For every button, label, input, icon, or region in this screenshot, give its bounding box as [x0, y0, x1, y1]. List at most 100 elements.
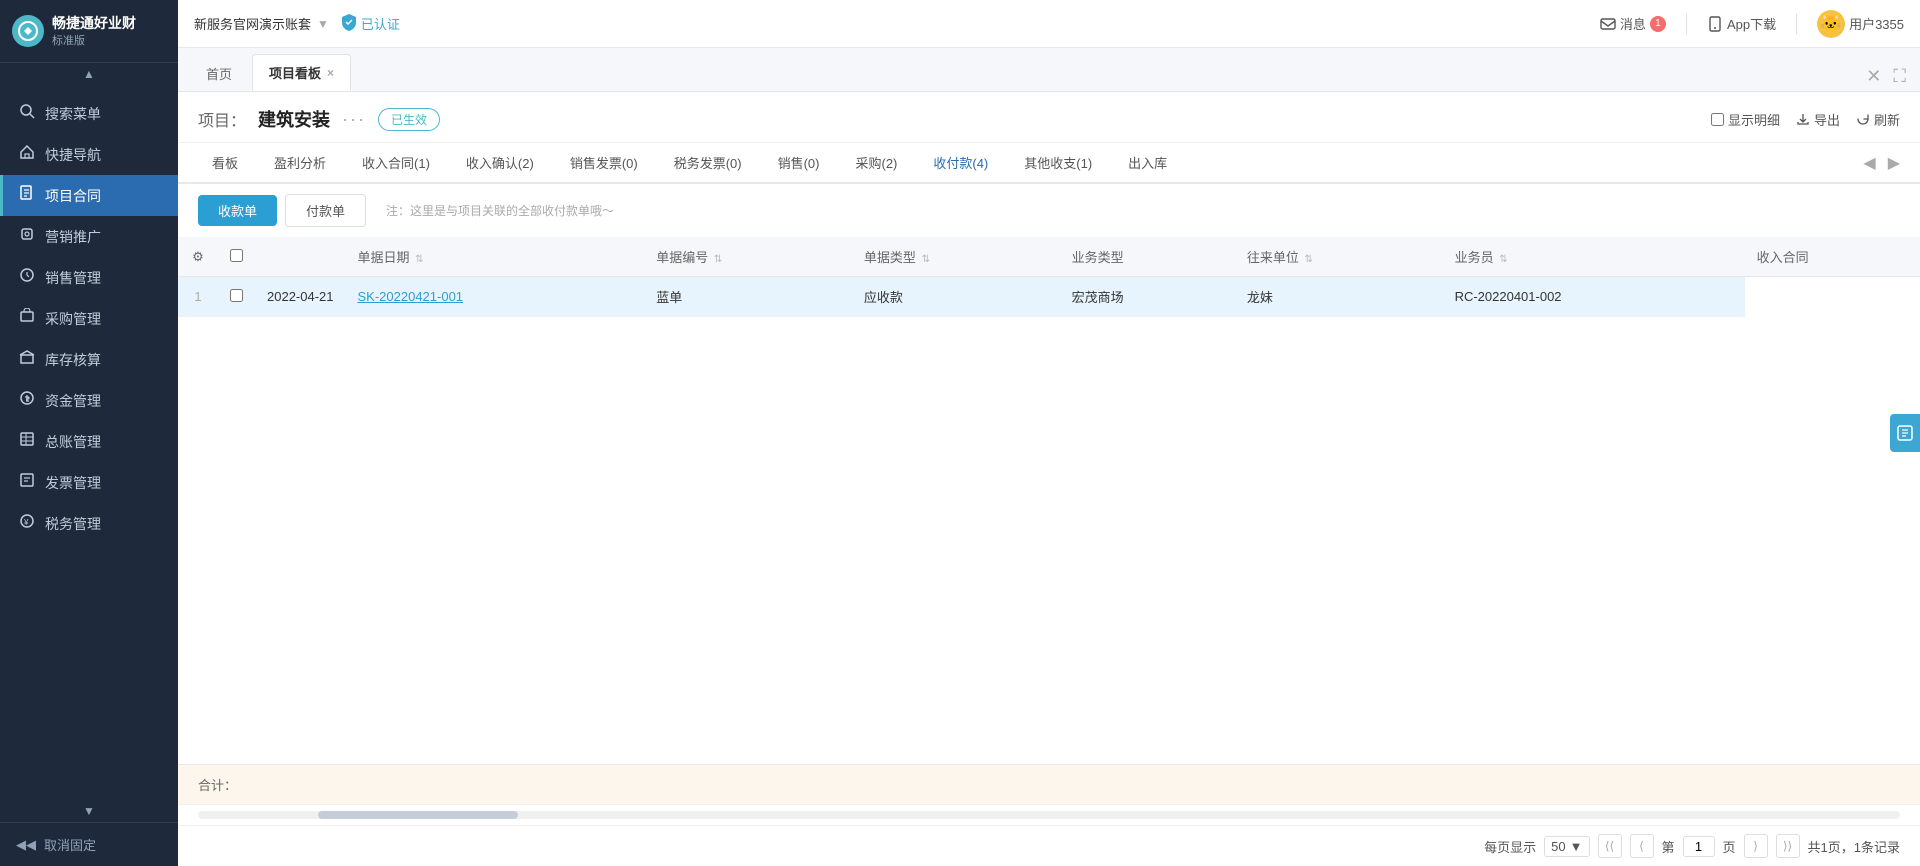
user-label: 用户3355 [1849, 14, 1904, 33]
tax-icon: ¥ [19, 513, 35, 534]
sidebar-item-finance[interactable]: 资金管理 [0, 380, 178, 421]
sidebar-footer[interactable]: ◀◀ 取消固定 [0, 822, 178, 866]
export-btn[interactable]: 导出 [1796, 110, 1840, 129]
tab-project-board[interactable]: 项目看板 × [252, 54, 351, 91]
right-panel[interactable] [1890, 414, 1920, 452]
topbar-msg[interactable]: 消息 1 [1600, 14, 1666, 33]
page-prefix-label: 第 [1662, 837, 1675, 856]
prev-page-icon: ⟨ [1639, 839, 1644, 853]
subtab-sales[interactable]: 销售(0) [760, 143, 838, 184]
topbar-divider2 [1796, 14, 1797, 34]
subtab-income-confirm[interactable]: 收入确认(2) [448, 143, 552, 184]
marketing-icon [19, 226, 35, 247]
topbar-account[interactable]: 新服务官网演示账套 ▼ [194, 14, 329, 33]
sidebar-item-search[interactable]: 搜索菜单 [0, 93, 178, 134]
subtab-purchase[interactable]: 采购(2) [837, 143, 915, 184]
per-page-select[interactable]: 50 ▼ [1544, 836, 1589, 857]
topbar-divider1 [1686, 14, 1687, 34]
sidebar-item-label-finance: 资金管理 [45, 391, 101, 411]
sidebar-item-contract[interactable]: 项目合同 [0, 175, 178, 216]
subtab-sales-invoice[interactable]: 销售发票(0) [552, 143, 656, 184]
first-page-btn[interactable]: ⟨⟨ [1598, 834, 1622, 858]
partner-sort-icon: ⇅ [1305, 254, 1313, 265]
sidebar-item-label-sales: 销售管理 [45, 268, 101, 288]
invoice-icon [19, 472, 35, 493]
pagination-summary: 共1页，1条记录 [1808, 837, 1900, 856]
sidebar-item-sales[interactable]: 销售管理 [0, 257, 178, 298]
topbar: 新服务官网演示账套 ▼ 已认证 消息 1 App下载 [178, 0, 1920, 48]
horizontal-scrollbar[interactable] [198, 811, 1900, 819]
sidebar-item-marketing[interactable]: 营销推广 [0, 216, 178, 257]
sec-tab-payment[interactable]: 付款单 [285, 194, 366, 227]
tab-home[interactable]: 首页 [190, 56, 248, 91]
page-suffix-label: 页 [1723, 837, 1736, 856]
td-partner: 宏茂商场 [1060, 277, 1235, 317]
finance-icon [19, 390, 35, 411]
logo-icon [12, 15, 44, 47]
topbar-right: 消息 1 App下载 🐱 用户3355 [1600, 10, 1904, 38]
app-label: App下载 [1727, 14, 1776, 33]
sidebar-item-inventory[interactable]: 库存核算 [0, 339, 178, 380]
sec-tab-payment-label: 付款单 [306, 204, 345, 219]
th-code[interactable]: 单据编号 ⇅ [644, 237, 852, 277]
topbar-user[interactable]: 🐱 用户3355 [1817, 10, 1904, 38]
code-link[interactable]: SK-20220421-001 [358, 289, 464, 304]
show-detail-check[interactable] [1711, 113, 1724, 126]
select-all-checkbox[interactable] [230, 249, 243, 262]
subtab-next-btn[interactable]: ▶ [1884, 149, 1904, 177]
td-type: 蓝单 [644, 277, 852, 317]
sidebar-item-ledger[interactable]: 总账管理 [0, 421, 178, 462]
tab-expand-btn[interactable]: ⛶ [1891, 65, 1908, 87]
tab-close-window-btn[interactable]: ✕ [1864, 65, 1883, 87]
tabbar-actions: ✕ ⛶ [1864, 65, 1908, 91]
subtab-income-contract[interactable]: 收入合同(1) [344, 143, 448, 184]
salesman-sort-icon: ⇅ [1499, 254, 1507, 265]
sec-tab-receipt-label: 收款单 [218, 204, 257, 219]
subtab-other[interactable]: 其他收支(1) [1006, 143, 1110, 184]
tab-close-icon[interactable]: × [327, 66, 334, 80]
sidebar-item-invoice[interactable]: 发票管理 [0, 462, 178, 503]
page-input[interactable] [1683, 836, 1715, 857]
refresh-btn[interactable]: 刷新 [1856, 110, 1900, 129]
th-salesman[interactable]: 业务员 ⇅ [1443, 237, 1745, 277]
th-partner[interactable]: 往来单位 ⇅ [1235, 237, 1443, 277]
subtab-prev-btn[interactable]: ◀ [1859, 149, 1879, 177]
subtab-board[interactable]: 看板 [194, 143, 256, 184]
sales-icon [19, 267, 35, 288]
project-more-btn[interactable]: ··· [342, 109, 366, 130]
sidebar-item-purchase[interactable]: 采购管理 [0, 298, 178, 339]
sidebar-scroll-down[interactable]: ▼ [0, 800, 178, 822]
next-page-btn[interactable]: ⟩ [1744, 834, 1768, 858]
subtab-payment[interactable]: 收付款(4) [915, 143, 1006, 184]
th-date[interactable]: 单据日期 ⇅ [346, 237, 645, 277]
topbar-left: 新服务官网演示账套 ▼ 已认证 [194, 13, 400, 34]
th-checkbox[interactable] [218, 237, 255, 277]
sidebar-item-nav[interactable]: 快捷导航 [0, 134, 178, 175]
sec-tab-receipt[interactable]: 收款单 [198, 195, 277, 226]
prev-page-btn[interactable]: ⟨ [1630, 834, 1654, 858]
subtab-inout[interactable]: 出入库 [1110, 143, 1185, 184]
topbar-app[interactable]: App下载 [1707, 14, 1776, 33]
th-type[interactable]: 单据类型 ⇅ [852, 237, 1060, 277]
sidebar-item-label-search: 搜索菜单 [45, 104, 101, 124]
subtab-tax-invoice[interactable]: 税务发票(0) [656, 143, 760, 184]
sidebar-scroll-up[interactable]: ▲ [0, 63, 178, 85]
main: 新服务官网演示账套 ▼ 已认证 消息 1 App下载 [178, 0, 1920, 866]
row-checkbox[interactable] [230, 289, 243, 302]
table-row: 1 2022-04-21 SK-20220421-001 蓝单 [178, 277, 1920, 317]
last-page-btn[interactable]: ⟩⟩ [1776, 834, 1800, 858]
per-page-dropdown-icon: ▼ [1570, 839, 1583, 854]
subtab-profit[interactable]: 盈利分析 [256, 143, 344, 184]
scrollbar-thumb[interactable] [318, 811, 518, 819]
sidebar-item-tax[interactable]: ¥ 税务管理 [0, 503, 178, 544]
show-detail-checkbox[interactable]: 显示明细 [1711, 110, 1780, 129]
td-code[interactable]: SK-20220421-001 [346, 277, 645, 317]
data-table: ⚙ 单据日期 ⇅ 单据编号 ⇅ [178, 237, 1920, 317]
td-checkbox[interactable] [218, 277, 255, 317]
th-settings[interactable]: ⚙ [178, 237, 218, 277]
settings-icon[interactable]: ⚙ [192, 249, 204, 264]
account-name: 新服务官网演示账套 [194, 14, 311, 33]
sidebar-item-label-purchase: 采购管理 [45, 309, 101, 329]
right-panel-icon [1898, 424, 1913, 442]
subtabs: 看板 盈利分析 收入合同(1) 收入确认(2) 销售发票(0) 税务发票(0) … [178, 143, 1920, 184]
